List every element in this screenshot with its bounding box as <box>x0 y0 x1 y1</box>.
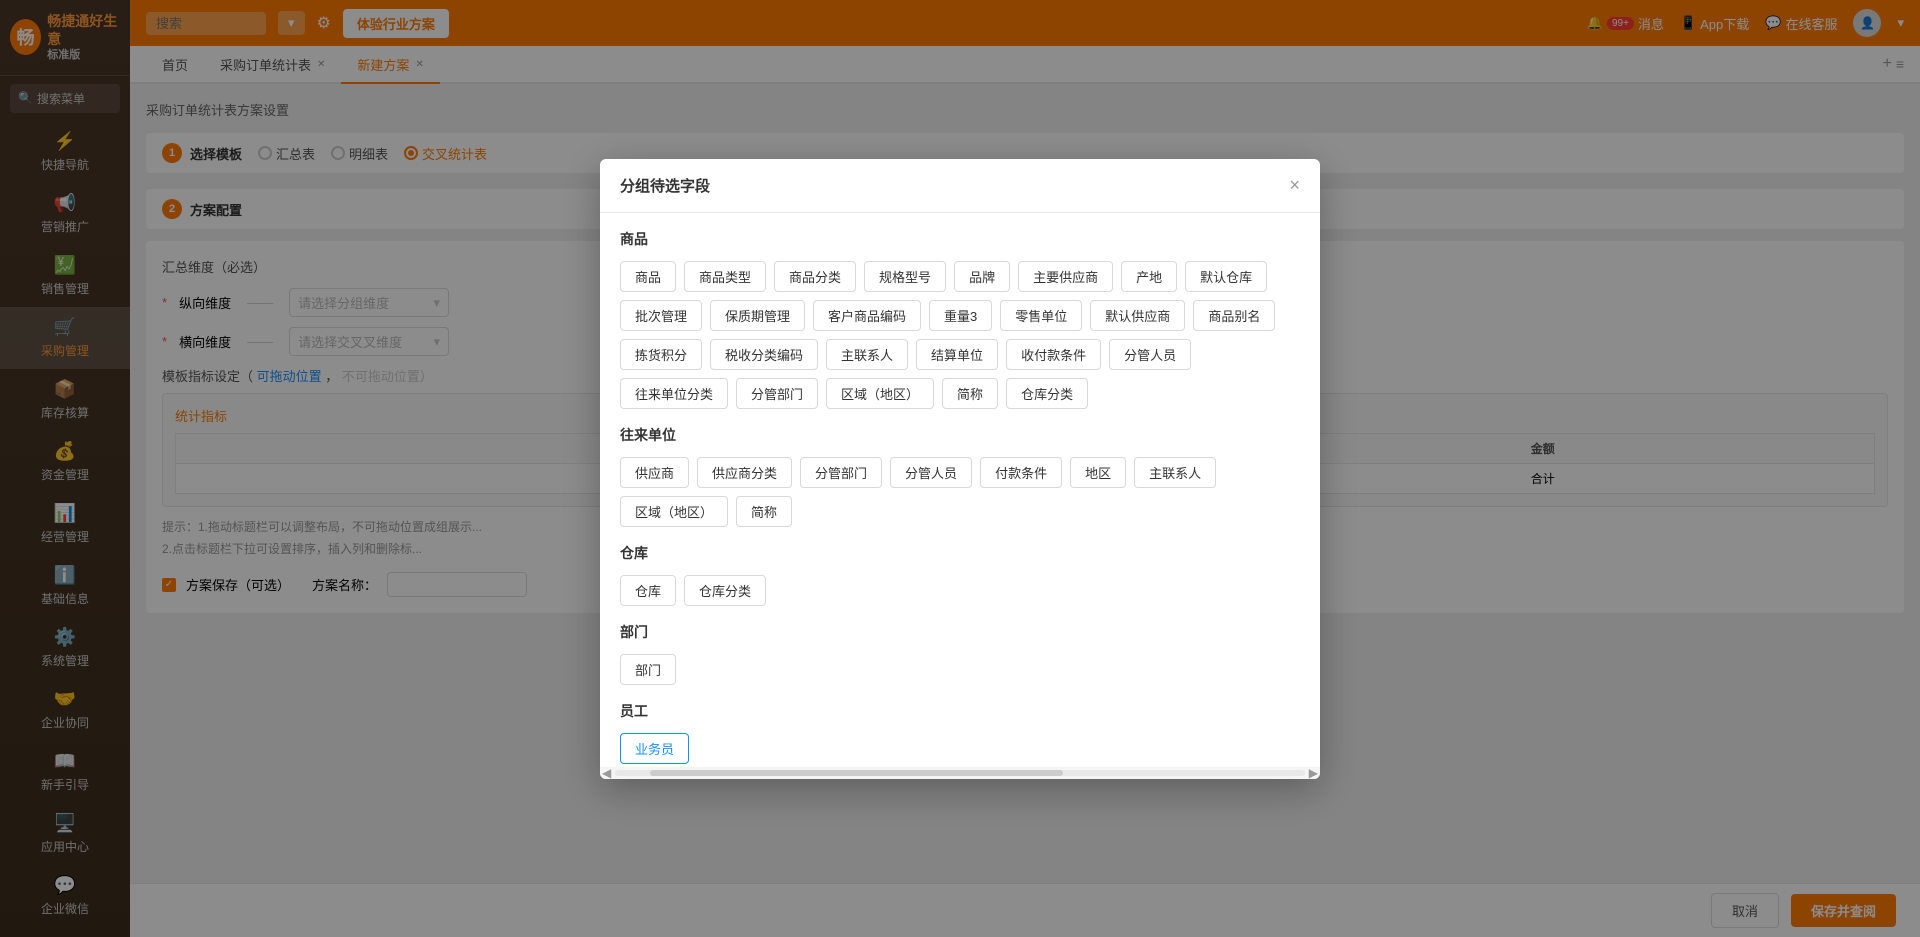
product-fields: 商品 商品类型 商品分类 规格型号 品牌 主要供应商 产地 默认仓库 批次管理 … <box>620 261 1300 409</box>
field-tag-warehouse-cat[interactable]: 仓库分类 <box>1006 378 1088 409</box>
hscroll-right-arrow[interactable]: ▶ <box>1305 766 1318 780</box>
field-tag-customer-sku[interactable]: 客户商品编码 <box>813 300 921 331</box>
hscroll-thumb[interactable] <box>650 770 1064 776</box>
field-tag-region2[interactable]: 区域（地区） <box>620 496 728 527</box>
modal-title: 分组待选字段 <box>620 175 710 196</box>
field-tag-abbr2[interactable]: 简称 <box>736 496 792 527</box>
field-tag-product-category[interactable]: 商品分类 <box>774 261 856 292</box>
field-tag-settlement-unit[interactable]: 结算单位 <box>916 339 998 370</box>
field-tag-region[interactable]: 区域（地区） <box>826 378 934 409</box>
field-tag-shelf-life[interactable]: 保质期管理 <box>710 300 805 331</box>
field-tag-default-supplier[interactable]: 默认供应商 <box>1090 300 1185 331</box>
field-tag-main-supplier[interactable]: 主要供应商 <box>1018 261 1113 292</box>
department-fields: 部门 <box>620 654 1300 685</box>
partner-fields: 供应商 供应商分类 分管部门 分管人员 付款条件 地区 主联系人 区域（地区） … <box>620 457 1300 527</box>
field-tag-area[interactable]: 地区 <box>1070 457 1126 488</box>
field-tag-warehouse-category[interactable]: 仓库分类 <box>684 575 766 606</box>
section-title-employee: 员工 <box>620 701 1300 721</box>
field-tag-batch[interactable]: 批次管理 <box>620 300 702 331</box>
hscroll-track <box>615 770 1305 776</box>
field-tag-department[interactable]: 部门 <box>620 654 676 685</box>
field-tag-product-type[interactable]: 商品类型 <box>684 261 766 292</box>
field-tag-tax-code[interactable]: 税收分类编码 <box>710 339 818 370</box>
field-tag-payment-cond[interactable]: 付款条件 <box>980 457 1062 488</box>
field-tag-spec[interactable]: 规格型号 <box>864 261 946 292</box>
section-title-department: 部门 <box>620 622 1300 642</box>
field-tag-manager[interactable]: 分管人员 <box>1109 339 1191 370</box>
field-tag-brand[interactable]: 品牌 <box>954 261 1010 292</box>
field-tag-warehouse[interactable]: 仓库 <box>620 575 676 606</box>
employee-fields: 业务员 <box>620 733 1300 764</box>
field-tag-main-contact[interactable]: 主联系人 <box>826 339 908 370</box>
modal-header: 分组待选字段 × <box>600 159 1320 213</box>
field-tag-origin[interactable]: 产地 <box>1121 261 1177 292</box>
field-tag-alias[interactable]: 商品别名 <box>1193 300 1275 331</box>
modal-overlay: 分组待选字段 × 商品 商品 商品类型 商品分类 规格型号 品牌 主要供应商 产… <box>0 0 1920 937</box>
field-tag-dept2[interactable]: 分管部门 <box>800 457 882 488</box>
field-tag-dept[interactable]: 分管部门 <box>736 378 818 409</box>
modal-close-button[interactable]: × <box>1289 175 1300 196</box>
field-tag-abbr[interactable]: 简称 <box>942 378 998 409</box>
field-tag-manager2[interactable]: 分管人员 <box>890 457 972 488</box>
field-tag-supplier[interactable]: 供应商 <box>620 457 689 488</box>
modal-dialog: 分组待选字段 × 商品 商品 商品类型 商品分类 规格型号 品牌 主要供应商 产… <box>600 159 1320 779</box>
field-tag-payment-terms[interactable]: 收付款条件 <box>1006 339 1101 370</box>
section-title-partner: 往来单位 <box>620 425 1300 445</box>
field-tag-default-warehouse[interactable]: 默认仓库 <box>1185 261 1267 292</box>
field-tag-main-contact2[interactable]: 主联系人 <box>1134 457 1216 488</box>
section-title-warehouse: 仓库 <box>620 543 1300 563</box>
modal-horizontal-scrollbar[interactable]: ◀ ▶ <box>600 767 1320 779</box>
section-title-product: 商品 <box>620 229 1300 249</box>
field-tag-product[interactable]: 商品 <box>620 261 676 292</box>
field-tag-salesperson[interactable]: 业务员 <box>620 733 689 764</box>
warehouse-fields: 仓库 仓库分类 <box>620 575 1300 606</box>
field-tag-supplier-category[interactable]: 供应商分类 <box>697 457 792 488</box>
modal-body: 商品 商品 商品类型 商品分类 规格型号 品牌 主要供应商 产地 默认仓库 批次… <box>600 213 1320 767</box>
hscroll-left-arrow[interactable]: ◀ <box>602 766 615 780</box>
field-tag-pick-score[interactable]: 拣货积分 <box>620 339 702 370</box>
field-tag-partner-category[interactable]: 往来单位分类 <box>620 378 728 409</box>
field-tag-retail-unit[interactable]: 零售单位 <box>1000 300 1082 331</box>
field-tag-weight[interactable]: 重量3 <box>929 300 992 331</box>
